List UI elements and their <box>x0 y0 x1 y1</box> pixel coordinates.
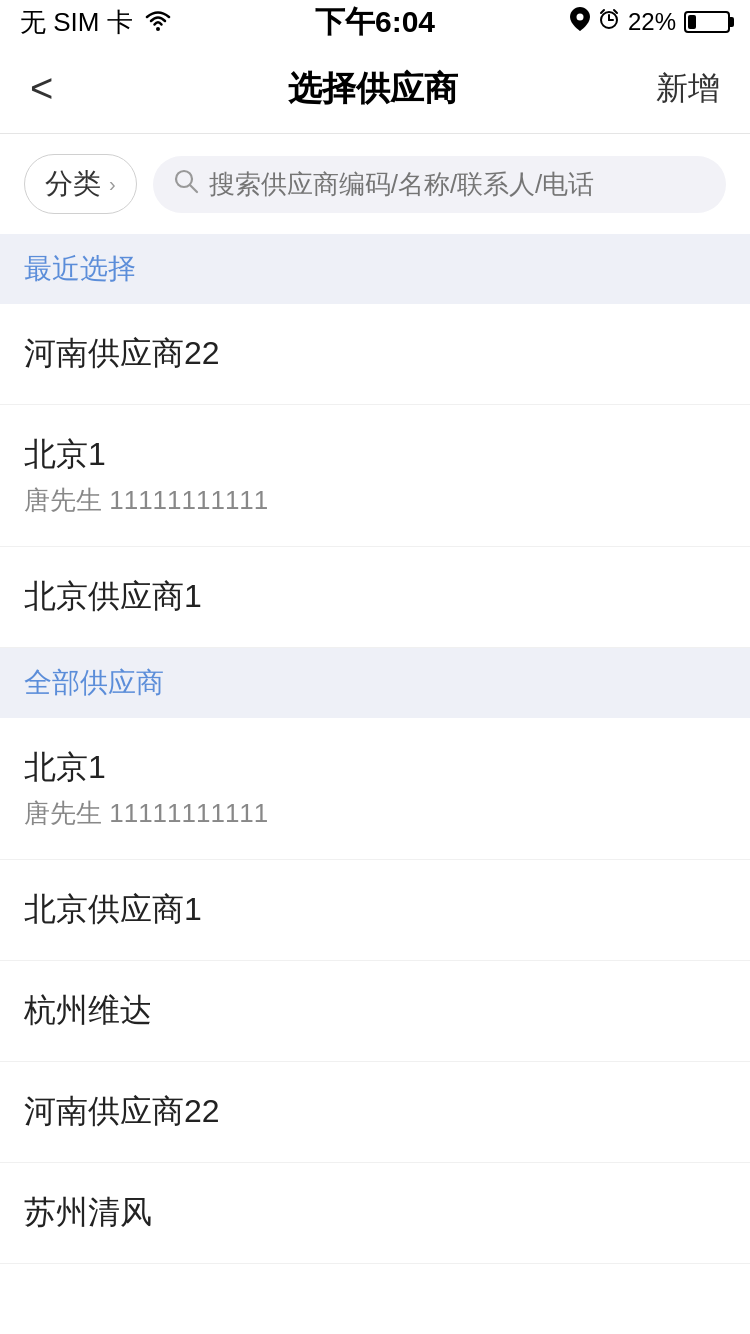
item-name: 北京1 <box>24 746 726 790</box>
search-input-wrap[interactable] <box>153 156 726 213</box>
list-item[interactable]: 杭州维达 <box>0 961 750 1062</box>
category-label: 分类 <box>45 165 101 203</box>
list-item[interactable]: 北京供应商1 <box>0 547 750 648</box>
sim-text: 无 SIM 卡 <box>20 5 133 40</box>
item-sub: 唐先生 11111111111 <box>24 796 726 831</box>
item-name: 北京供应商1 <box>24 888 726 932</box>
item-name: 北京供应商1 <box>24 575 726 619</box>
list-item[interactable]: 北京1 唐先生 11111111111 <box>0 405 750 547</box>
svg-point-0 <box>576 14 583 21</box>
search-bar: 分类 › <box>0 134 750 234</box>
battery-percent: 22% <box>628 8 676 36</box>
all-section-label: 全部供应商 <box>24 667 164 698</box>
item-name: 河南供应商22 <box>24 332 726 376</box>
svg-line-7 <box>190 185 197 192</box>
location-icon <box>570 7 590 37</box>
back-button[interactable]: < <box>30 66 90 111</box>
svg-line-4 <box>601 10 604 13</box>
chevron-right-icon: › <box>109 173 116 196</box>
list-item[interactable]: 北京供应商1 <box>0 860 750 961</box>
item-sub: 唐先生 11111111111 <box>24 483 726 518</box>
wifi-icon <box>143 7 173 38</box>
recent-section-label: 最近选择 <box>24 253 136 284</box>
item-name: 河南供应商22 <box>24 1090 726 1134</box>
category-button[interactable]: 分类 › <box>24 154 137 214</box>
svg-line-5 <box>614 10 617 13</box>
item-name: 北京1 <box>24 433 726 477</box>
item-name: 杭州维达 <box>24 989 726 1033</box>
list-item[interactable]: 河南供应商22 <box>0 1062 750 1163</box>
page-title: 选择供应商 <box>288 66 458 112</box>
nav-bar: < 选择供应商 新增 <box>0 44 750 134</box>
alarm-icon <box>598 8 620 36</box>
status-left: 无 SIM 卡 <box>20 5 173 40</box>
recent-section-header: 最近选择 <box>0 234 750 304</box>
item-name: 苏州清风 <box>24 1191 726 1235</box>
search-input[interactable] <box>209 169 706 200</box>
all-items-list: 北京1 唐先生 11111111111 北京供应商1 杭州维达河南供应商22 苏州清风 <box>0 718 750 1264</box>
list-item[interactable]: 河南供应商22 <box>0 304 750 405</box>
status-bar: 无 SIM 卡 下午6:04 22% <box>0 0 750 44</box>
list-item[interactable]: 北京1 唐先生 11111111111 <box>0 718 750 860</box>
status-right: 22% <box>570 7 730 37</box>
battery-icon <box>684 11 730 33</box>
recent-items-list: 河南供应商22 北京1 唐先生 11111111111 北京供应商1 <box>0 304 750 648</box>
search-icon <box>173 168 199 201</box>
status-time: 下午6:04 <box>315 2 435 43</box>
all-section-header: 全部供应商 <box>0 648 750 718</box>
add-button[interactable]: 新增 <box>656 67 720 111</box>
list-item[interactable]: 苏州清风 <box>0 1163 750 1264</box>
